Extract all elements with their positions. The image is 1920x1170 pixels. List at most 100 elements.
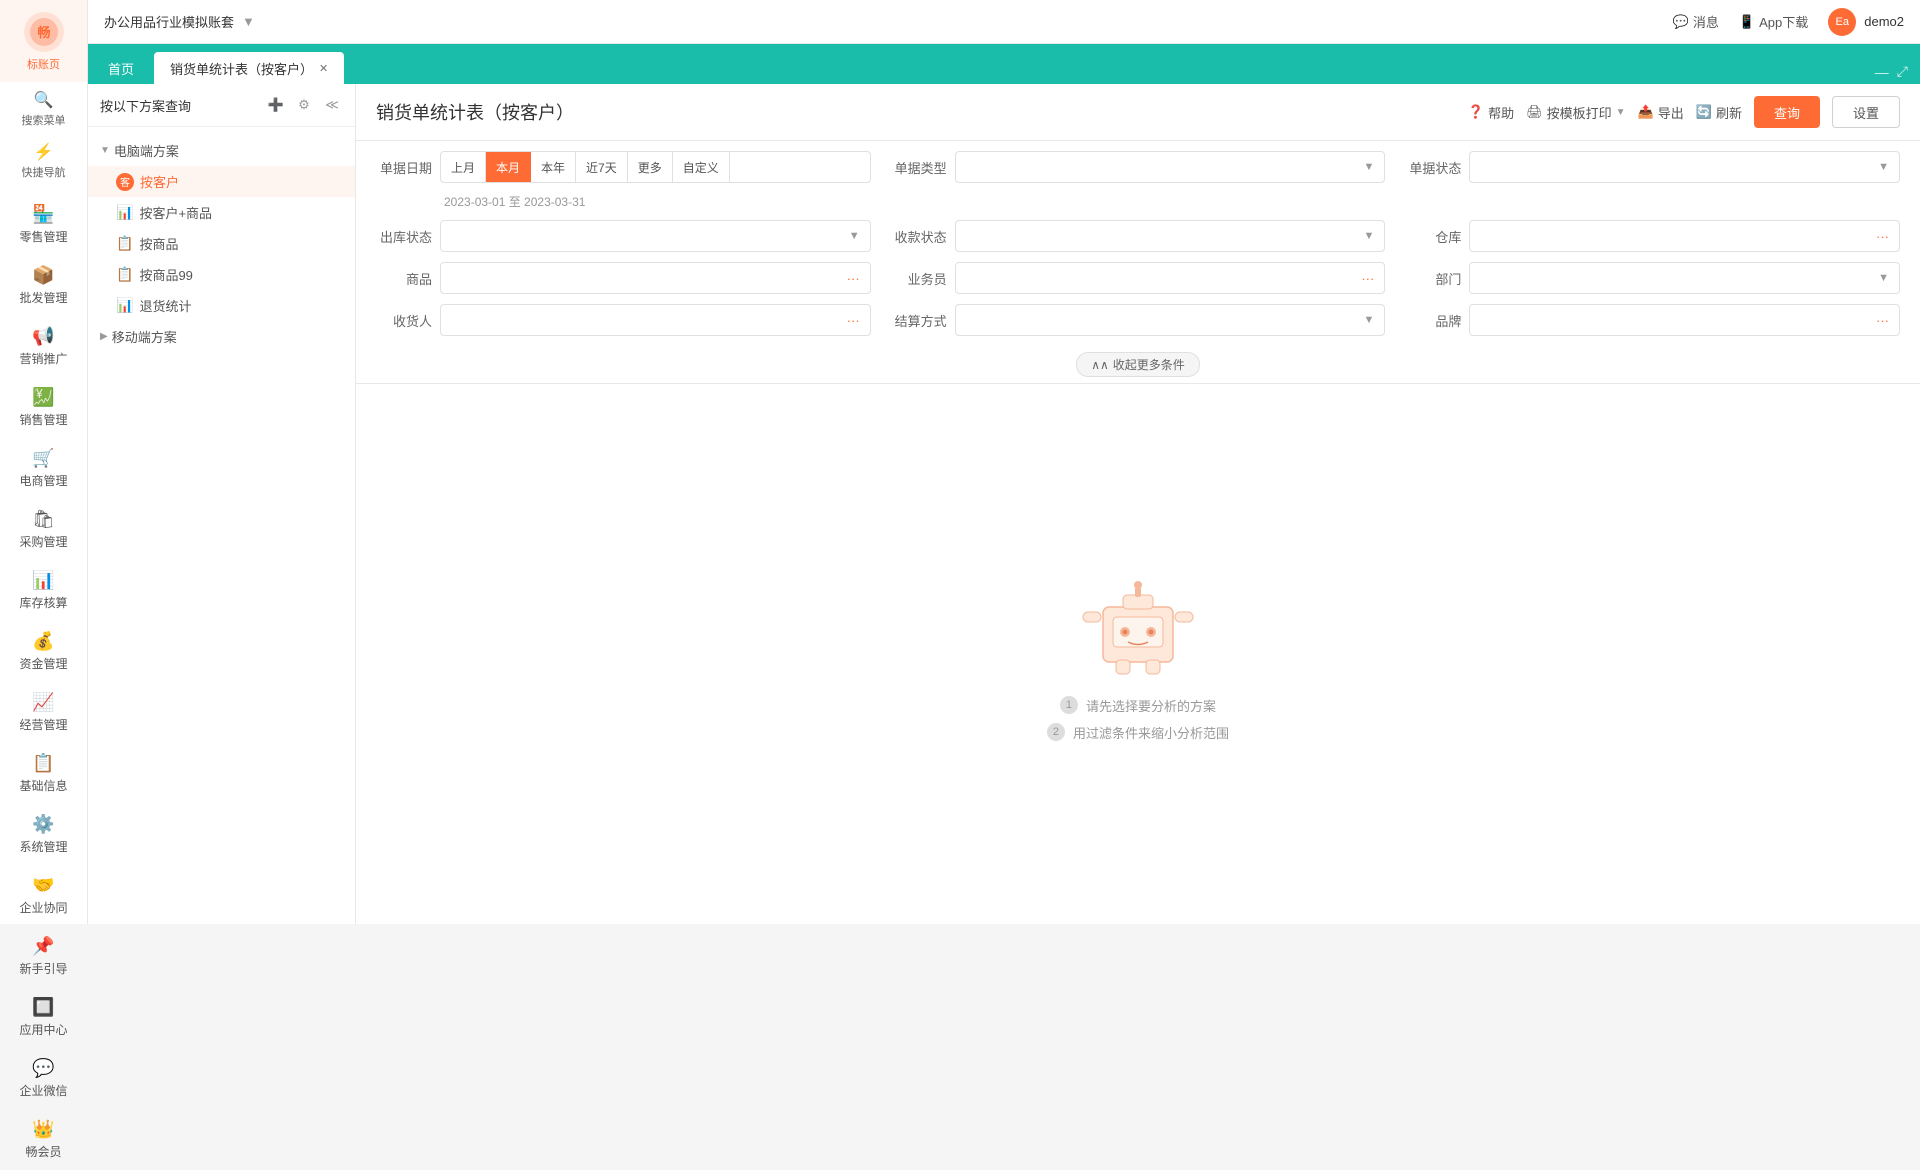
collapse-button[interactable]: ∧∧ 收起更多条件 <box>1076 352 1200 377</box>
sidebar-item-operation-label: 经营管理 <box>19 716 67 733</box>
filter-area: 单据日期 上月 本月 本年 近7天 <box>356 141 1920 384</box>
date-btn-last7[interactable]: 近7天 <box>576 152 628 182</box>
sidebar-item-sales[interactable]: 💹 销售管理 <box>0 377 87 438</box>
company-name: 办公用品行业模拟账套 <box>104 12 234 31</box>
export-btn[interactable]: 📤 导出 <box>1638 103 1684 122</box>
doctype-control[interactable]: ▼ <box>955 151 1386 183</box>
export-label: 导出 <box>1658 103 1684 122</box>
tab-close-icon[interactable]: ✕ <box>319 62 328 75</box>
docstatus-label: 单据状态 <box>1405 158 1461 177</box>
left-panel-title: 按以下方案查询 <box>100 96 191 115</box>
return-chart-icon: 📊 <box>116 297 133 314</box>
table-icon-1: 📋 <box>116 235 133 252</box>
tab-home[interactable]: 首页 <box>92 52 150 84</box>
sidebar-item-guide[interactable]: 📌 新手引导 <box>0 926 87 987</box>
salesperson-field-group: 业务员 ··· <box>891 262 1386 294</box>
empty-illustration <box>1078 567 1198 680</box>
sidebar-item-purchase[interactable]: 🛍 采购管理 <box>0 499 87 560</box>
date-btn-lastmonth[interactable]: 上月 <box>441 152 486 182</box>
message-btn[interactable]: 💬 消息 <box>1673 12 1719 31</box>
tree-group-pc-header[interactable]: ▼ 电脑端方案 <box>88 135 355 166</box>
wholesale-icon: 📦 <box>32 265 54 286</box>
warehouse-control[interactable]: ··· <box>1469 220 1900 252</box>
thisyear-label: 本年 <box>541 159 565 176</box>
receivestatus-field-group: 收款状态 ▼ <box>891 220 1386 252</box>
tree-item-by-customer[interactable]: 客 按客户 <box>88 166 355 197</box>
query-button[interactable]: 查询 <box>1754 96 1820 128</box>
sidebar-item-member[interactable]: 👑 畅会员 <box>0 1109 87 1170</box>
refresh-btn[interactable]: 🔄 刷新 <box>1696 103 1742 122</box>
sidebar-quicknav-item[interactable]: ⚡ 快捷导航 <box>0 136 87 186</box>
salesperson-control[interactable]: ··· <box>955 262 1386 294</box>
svg-text:畅: 畅 <box>37 25 50 40</box>
receivestatus-control[interactable]: ▼ <box>955 220 1386 252</box>
sidebar-item-corp[interactable]: 🤝 企业协同 <box>0 865 87 926</box>
docstatus-control[interactable]: ▼ <box>1469 151 1900 183</box>
tree-item-return-stats-label: 退货统计 <box>139 296 191 315</box>
tree-item-return-stats[interactable]: 📊 退货统计 <box>88 290 355 321</box>
sidebar-item-wholesale[interactable]: 📦 批发管理 <box>0 255 87 316</box>
sidebar-item-apps[interactable]: 🔲 应用中心 <box>0 987 87 1048</box>
tree-item-customer-product[interactable]: 📊 按客户+商品 <box>88 197 355 228</box>
print-btn[interactable]: 🖨 按模板打印 ▼ <box>1526 103 1625 122</box>
print-icon: 🖨 <box>1526 104 1543 120</box>
sidebar-search-item[interactable]: 🔍 搜索菜单 <box>0 82 87 136</box>
sidebar-item-system[interactable]: ⚙️ 系统管理 <box>0 804 87 865</box>
left-panel-actions: ➕ ⚙ ≪ <box>265 94 343 116</box>
sidebar-item-basic[interactable]: 📋 基础信息 <box>0 743 87 804</box>
receivestatus-dropdown-icon: ▼ <box>1363 230 1374 242</box>
sidebar-item-finance[interactable]: 💰 资金管理 <box>0 621 87 682</box>
ecom-icon: 🛒 <box>32 448 54 469</box>
sidebar-item-inventory[interactable]: 📊 库存核算 <box>0 560 87 621</box>
reset-button[interactable]: 设置 <box>1832 96 1900 128</box>
brand-control[interactable]: ··· <box>1469 304 1900 336</box>
date-btn-more[interactable]: 更多 <box>628 152 673 182</box>
marketing-icon: 📢 <box>32 326 54 347</box>
header-dropdown-icon[interactable]: ▼ <box>242 14 255 29</box>
help-icon: ❓ <box>1468 104 1484 120</box>
app-download-btn[interactable]: 📱 App下载 <box>1739 12 1808 31</box>
outstatus-control[interactable]: ▼ <box>440 220 871 252</box>
sidebar-item-retail[interactable]: 🏪 零售管理 <box>0 194 87 255</box>
date-btn-thisyear[interactable]: 本年 <box>531 152 576 182</box>
brand-label: 品牌 <box>1405 311 1461 330</box>
tree-item-product99[interactable]: 📋 按商品99 <box>88 259 355 290</box>
warehouse-dots-icon: ··· <box>1876 229 1889 244</box>
empty-robot-svg <box>1078 567 1198 677</box>
thismonth-label: 本月 <box>496 159 520 176</box>
tree-item-by-customer-label: 按客户 <box>140 172 179 191</box>
consignee-control[interactable]: ··· <box>440 304 871 336</box>
sidebar-item-ecom[interactable]: 🛒 电商管理 <box>0 438 87 499</box>
date-btn-thismonth[interactable]: 本月 <box>486 152 531 182</box>
add-scheme-btn[interactable]: ➕ <box>265 94 287 116</box>
tree-group-mobile-header[interactable]: ▶ 移动端方案 <box>88 321 355 352</box>
left-panel: 按以下方案查询 ➕ ⚙ ≪ ▼ 电脑端方案 客 按客户 <box>88 84 356 924</box>
sidebar-item-wechat[interactable]: 💬 企业微信 <box>0 1048 87 1109</box>
outstatus-field-group: 出库状态 ▼ <box>376 220 871 252</box>
sidebar-item-retail-label: 零售管理 <box>19 228 67 245</box>
logo-icon: 畅 <box>22 10 66 54</box>
tab-maximize-icon[interactable]: ⤢ <box>1893 59 1912 84</box>
doctype-dropdown-icon: ▼ <box>1363 161 1374 173</box>
tab-report[interactable]: 销货单统计表（按客户） ✕ <box>154 52 344 84</box>
settle-control[interactable]: ▼ <box>955 304 1386 336</box>
tab-minimize-icon[interactable]: — <box>1871 60 1893 84</box>
sidebar-item-marketing[interactable]: 📢 营销推广 <box>0 316 87 377</box>
collapse-panel-btn[interactable]: ≪ <box>321 94 343 116</box>
tree-item-product99-label: 按商品99 <box>139 265 192 284</box>
sidebar-item-marketing-label: 营销推广 <box>19 350 67 367</box>
brand-dots-icon: ··· <box>1876 313 1889 328</box>
finance-icon: 💰 <box>32 631 54 652</box>
edit-scheme-btn[interactable]: ⚙ <box>293 94 315 116</box>
dept-control[interactable]: ▼ <box>1469 262 1900 294</box>
help-btn[interactable]: ❓ 帮助 <box>1468 103 1514 122</box>
tree-item-by-product[interactable]: 📋 按商品 <box>88 228 355 259</box>
docstatus-dropdown-icon: ▼ <box>1878 161 1889 173</box>
user-name[interactable]: demo2 <box>1864 14 1904 29</box>
logo-text: 标账页 <box>27 56 60 72</box>
sidebar-item-operation[interactable]: 📈 经营管理 <box>0 682 87 743</box>
product-control[interactable]: ··· <box>440 262 871 294</box>
date-btn-custom[interactable]: 自定义 <box>673 152 730 182</box>
apps-icon: 🔲 <box>32 997 54 1018</box>
header-left: 办公用品行业模拟账套 ▼ <box>104 12 255 31</box>
